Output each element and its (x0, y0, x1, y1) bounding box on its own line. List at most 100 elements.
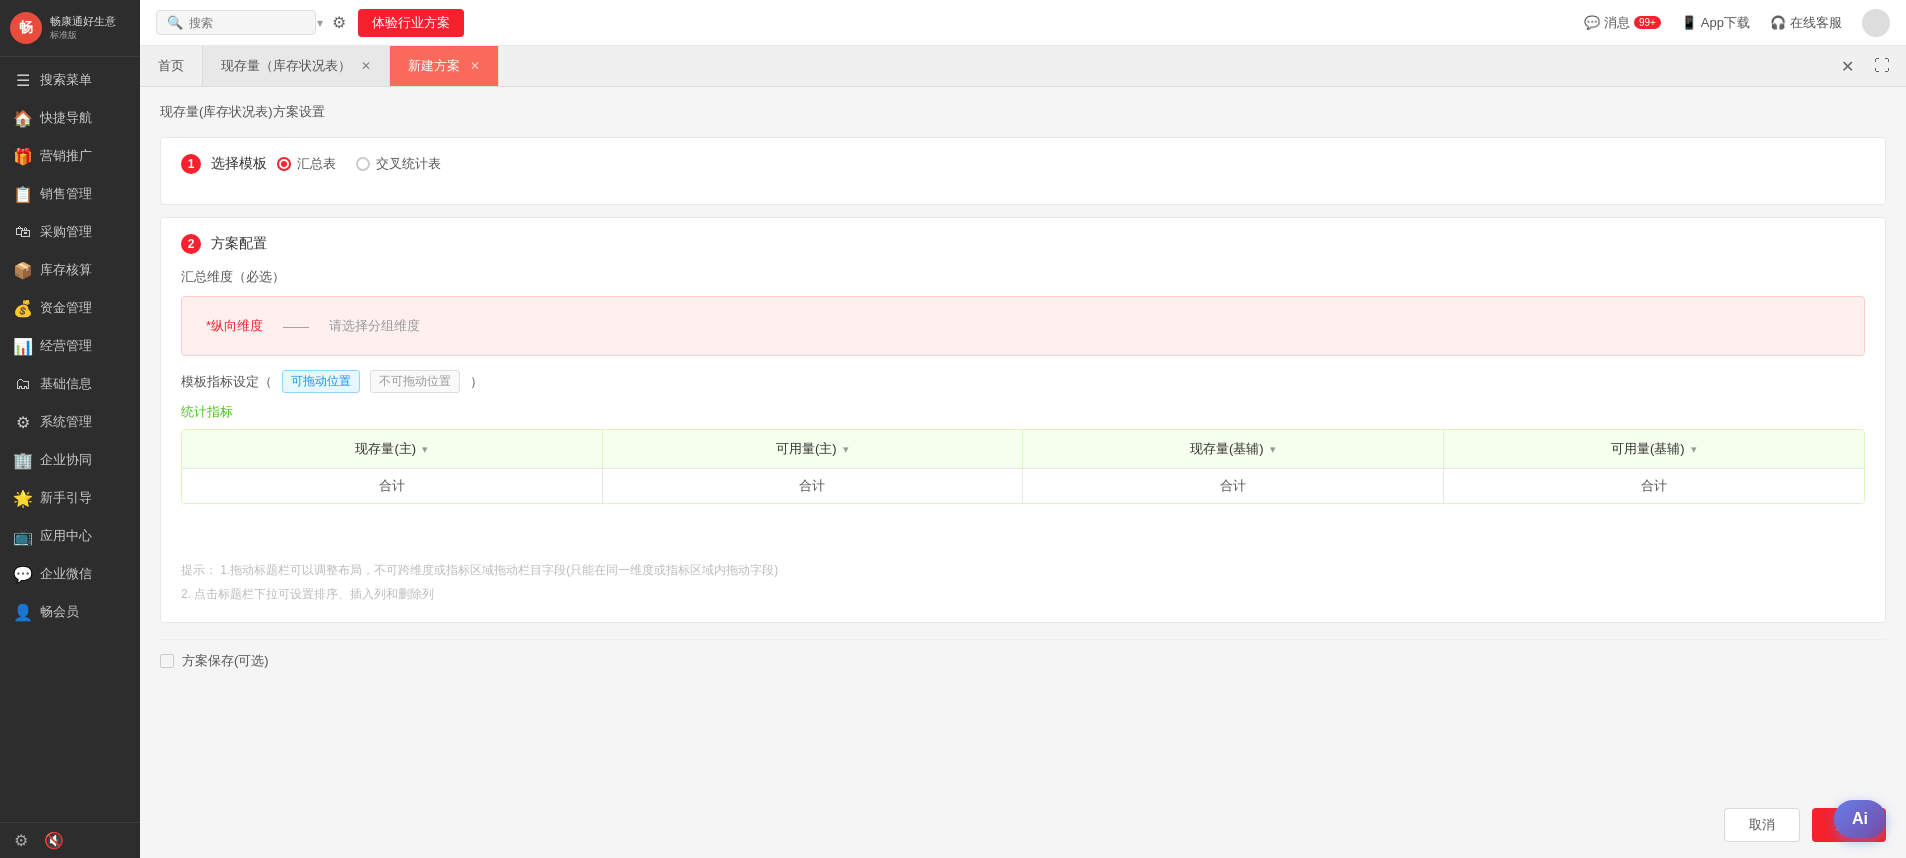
sales-icon: 📋 (14, 185, 32, 203)
finance-icon: 💰 (14, 299, 32, 317)
search-menu-icon: ☰ (14, 71, 32, 89)
search-icon: 🔍 (167, 15, 183, 30)
settings-icon[interactable]: ⚙ (14, 831, 28, 850)
tab-minimize-icon[interactable]: ✕ (1835, 55, 1860, 78)
sidebar-item-label: 新手引导 (40, 489, 92, 507)
cancel-button[interactable]: 取消 (1724, 808, 1800, 842)
app-name: 畅康通好生意 (50, 14, 116, 29)
sidebar-item-wechat[interactable]: 💬 企业微信 (0, 555, 140, 593)
sidebar-nav: ☰ 搜索菜单 🏠 快捷导航 🎁 营销推广 📋 销售管理 🛍 采购管理 📦 库存核… (0, 57, 140, 822)
sidebar-item-search-menu[interactable]: ☰ 搜索菜单 (0, 61, 140, 99)
search-input[interactable] (189, 16, 309, 30)
tip-2: 2. 点击标题栏下拉可设置排序、插入列和删除列 (181, 582, 1865, 606)
sidebar-item-label: 资金管理 (40, 299, 92, 317)
stat-table: 现存量(主) ▾ 可用量(主) ▾ 现存量(基辅) ▾ 可用量(基辅) (181, 429, 1865, 504)
message-label: 消息 (1604, 14, 1630, 32)
gear-icon[interactable]: ⚙ (332, 13, 346, 32)
col-header-3[interactable]: 现存量(基辅) ▾ (1023, 430, 1444, 468)
sidebar-item-label: 系统管理 (40, 413, 92, 431)
sidebar-item-sales[interactable]: 📋 销售管理 (0, 175, 140, 213)
section-template-header: 1 选择模板 汇总表 交叉统计表 (181, 154, 1865, 174)
quick-nav-icon: 🏠 (14, 109, 32, 127)
message-button[interactable]: 💬 消息 99+ (1584, 14, 1661, 32)
headset-icon: 🎧 (1770, 15, 1786, 30)
sidebar-item-inventory[interactable]: 📦 库存核算 (0, 251, 140, 289)
sidebar-item-marketing[interactable]: 🎁 营销推广 (0, 137, 140, 175)
indicator-title-text: 模板指标设定（ (181, 373, 272, 391)
sidebar-item-label: 企业协同 (40, 451, 92, 469)
col4-chevron-icon: ▾ (1691, 443, 1697, 456)
col4-cell: 合计 (1444, 469, 1865, 503)
sidebar-item-quick-nav[interactable]: 🏠 快捷导航 (0, 99, 140, 137)
radio-summary[interactable]: 汇总表 (277, 155, 336, 173)
sidebar-bottom: ⚙ 🔇 (0, 822, 140, 858)
marketing-icon: 🎁 (14, 147, 32, 165)
sidebar-item-label: 库存核算 (40, 261, 92, 279)
sidebar-item-purchase[interactable]: 🛍 采购管理 (0, 213, 140, 251)
apps-icon: 📺 (14, 527, 32, 545)
sidebar-item-apps[interactable]: 📺 应用中心 (0, 517, 140, 555)
col-header-1[interactable]: 现存量(主) ▾ (182, 430, 603, 468)
tab-inventory-status[interactable]: 现存量（库存状况表） ✕ (203, 46, 390, 86)
sidebar-item-label: 经营管理 (40, 337, 92, 355)
search-chevron-icon[interactable]: ▾ (317, 16, 323, 30)
sidebar-item-operations[interactable]: 📊 经营管理 (0, 327, 140, 365)
save-checkbox[interactable] (160, 654, 174, 668)
purchase-icon: 🛍 (14, 223, 32, 241)
message-icon: 💬 (1584, 15, 1600, 30)
col-header-2[interactable]: 可用量(主) ▾ (603, 430, 1024, 468)
search-box[interactable]: 🔍 ▾ (156, 10, 316, 35)
radio-crosstab-dot (356, 157, 370, 171)
radio-crosstab[interactable]: 交叉统计表 (356, 155, 441, 173)
sound-icon[interactable]: 🔇 (44, 831, 64, 850)
indicator-label: 模板指标设定（ 可拖动位置 不可拖动位置 ） (181, 370, 1865, 393)
sidebar-item-member[interactable]: 👤 畅会员 (0, 593, 140, 631)
tab-inventory-status-label: 现存量（库存状况表） (221, 57, 351, 75)
non-draggable-badge: 不可拖动位置 (370, 370, 460, 393)
stat-table-header: 现存量(主) ▾ 可用量(主) ▾ 现存量(基辅) ▾ 可用量(基辅) (182, 430, 1864, 468)
sidebar-item-system[interactable]: ⚙ 系统管理 (0, 403, 140, 441)
col1-cell: 合计 (182, 469, 603, 503)
sidebar-item-label: 快捷导航 (40, 109, 92, 127)
sidebar-item-basic-info[interactable]: 🗂 基础信息 (0, 365, 140, 403)
sidebar-item-label: 销售管理 (40, 185, 92, 203)
sidebar-item-label: 营销推广 (40, 147, 92, 165)
tab-home[interactable]: 首页 (140, 46, 203, 86)
col2-chevron-icon: ▾ (843, 443, 849, 456)
ai-button[interactable]: Ai (1834, 800, 1886, 838)
tip-1: 提示： 1.拖动标题栏可以调整布局，不可跨维度或指标区域拖动栏目字段(只能在同一… (181, 558, 1865, 582)
sidebar-item-finance[interactable]: 💰 资金管理 (0, 289, 140, 327)
page-title: 现存量(库存状况表)方案设置 (160, 103, 1886, 121)
sidebar-item-enterprise[interactable]: 🏢 企业协同 (0, 441, 140, 479)
section-config: 2 方案配置 汇总维度（必选） *纵向维度 —— 请选择分组维度 模板指标设定（… (160, 217, 1886, 623)
dimension-required-area[interactable]: *纵向维度 —— 请选择分组维度 (181, 296, 1865, 356)
radio-summary-dot (277, 157, 291, 171)
stat-table-row-1: 合计 合计 合计 合计 (182, 468, 1864, 503)
main-area: 🔍 ▾ ⚙ 体验行业方案 💬 消息 99+ 📱 App下载 🎧 在线客服 (140, 0, 1906, 858)
tab-expand-icon[interactable]: ⛶ (1868, 55, 1896, 77)
template-radio-group: 汇总表 交叉统计表 (277, 155, 441, 173)
col-header-4[interactable]: 可用量(基辅) ▾ (1444, 430, 1865, 468)
user-avatar[interactable] (1862, 9, 1890, 37)
col3-label: 现存量(基辅) (1190, 440, 1264, 458)
message-badge: 99+ (1634, 16, 1661, 29)
indicator-close: ） (470, 373, 483, 391)
tab-new-plan-close-icon[interactable]: ✕ (470, 59, 480, 73)
col4-label: 可用量(基辅) (1611, 440, 1685, 458)
phone-icon: 📱 (1681, 15, 1697, 30)
trial-button[interactable]: 体验行业方案 (358, 9, 464, 37)
app-edition: 标准版 (50, 29, 116, 42)
tab-home-label: 首页 (158, 57, 184, 75)
tab-inventory-close-icon[interactable]: ✕ (361, 59, 371, 73)
col2-label: 可用量(主) (776, 440, 837, 458)
col1-label: 现存量(主) (355, 440, 416, 458)
col1-chevron-icon: ▾ (422, 443, 428, 456)
sidebar-item-guide[interactable]: 🌟 新手引导 (0, 479, 140, 517)
app-download-button[interactable]: 📱 App下载 (1681, 14, 1750, 32)
online-service-button[interactable]: 🎧 在线客服 (1770, 14, 1842, 32)
page-content: 现存量(库存状况表)方案设置 1 选择模板 汇总表 交叉统计表 (140, 87, 1906, 858)
radio-crosstab-label: 交叉统计表 (376, 155, 441, 173)
tab-new-plan[interactable]: 新建方案 ✕ (390, 46, 499, 86)
inventory-icon: 📦 (14, 261, 32, 279)
tab-new-plan-label: 新建方案 (408, 57, 460, 75)
